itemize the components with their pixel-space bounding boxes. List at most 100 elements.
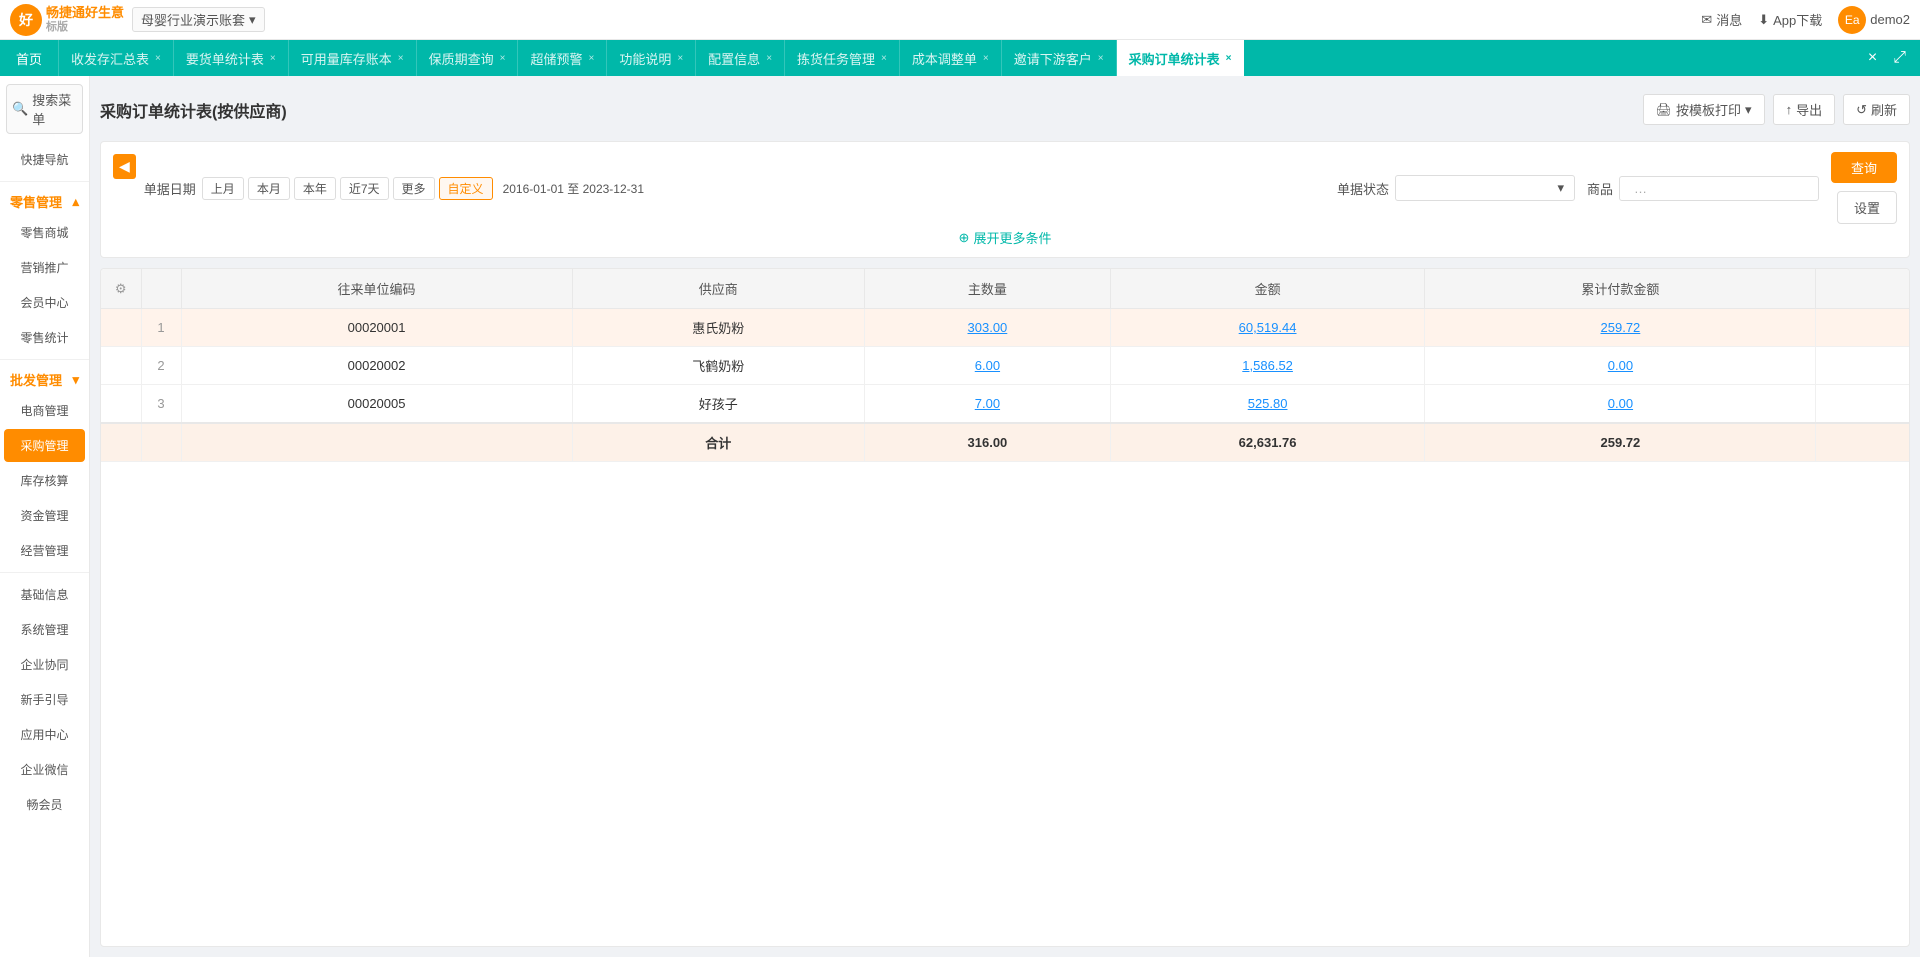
goods-filter: 商品 … bbox=[1587, 176, 1819, 201]
settings-icon[interactable]: ⚙ bbox=[115, 281, 127, 296]
messages-button[interactable]: ✉ 消息 bbox=[1701, 10, 1742, 29]
goods-input[interactable]: … bbox=[1619, 176, 1819, 201]
date-btn-more[interactable]: 更多 bbox=[393, 177, 435, 200]
cell-settings-2 bbox=[101, 347, 141, 385]
section-retail-mgmt[interactable]: 零售管理 ▴ bbox=[0, 186, 89, 215]
goods-more-icon[interactable]: … bbox=[1634, 181, 1647, 196]
cell-settings-1 bbox=[101, 309, 141, 347]
user-avatar[interactable]: Ea demo2 bbox=[1838, 6, 1910, 34]
date-btn-this-month[interactable]: 本月 bbox=[248, 177, 290, 200]
date-btn-custom[interactable]: 自定义 bbox=[439, 177, 493, 200]
sidebar-item-vip-member[interactable]: 畅会员 bbox=[4, 788, 85, 821]
cell-num-2: 2 bbox=[141, 347, 181, 385]
amount-link-2[interactable]: 1,586.52 bbox=[1242, 358, 1293, 373]
cell-extra-3 bbox=[1816, 385, 1909, 424]
sidebar-item-enterprise-wechat[interactable]: 企业微信 bbox=[4, 753, 85, 786]
sidebar-item-app-center[interactable]: 应用中心 bbox=[4, 718, 85, 751]
status-select[interactable]: ▾ bbox=[1395, 175, 1575, 201]
tab-invite-downstream[interactable]: 邀请下游客户 × bbox=[1002, 40, 1117, 76]
amount-link-3[interactable]: 525.80 bbox=[1248, 396, 1288, 411]
search-menu-button[interactable]: 🔍 搜索菜单 bbox=[6, 84, 83, 134]
sidebar-item-sys-mgmt[interactable]: 系统管理 bbox=[4, 613, 85, 646]
expand-more-conditions-button[interactable]: ⊕ 展开更多条件 bbox=[959, 228, 1052, 247]
cell-amount-3: 525.80 bbox=[1110, 385, 1425, 424]
tab-close-overstock-warning[interactable]: × bbox=[588, 53, 594, 64]
tab-function-desc[interactable]: 功能说明 × bbox=[607, 40, 696, 76]
top-bar-left: 好 畅捷通好生意 标版 母婴行业演示账套 ▾ bbox=[10, 4, 265, 36]
settings-button[interactable]: 设置 bbox=[1837, 191, 1897, 224]
status-filter: 单据状态 ▾ bbox=[1337, 175, 1575, 201]
sidebar-item-purchase-mgmt[interactable]: 采购管理 bbox=[4, 429, 85, 462]
close-all-tabs-button[interactable]: × bbox=[1862, 47, 1883, 69]
sidebar-item-retail-shop[interactable]: 零售商城 bbox=[4, 216, 85, 249]
tab-receive-summary[interactable]: 收发存汇总表 × bbox=[59, 40, 174, 76]
tab-close-warranty-query[interactable]: × bbox=[500, 53, 506, 64]
sidebar-item-quick-nav[interactable]: 快捷导航 bbox=[4, 143, 85, 176]
purchase-summary-table: ⚙ 往来单位编码 供应商 主数量 金额 累计付款金额 1 bbox=[101, 269, 1909, 462]
tab-close-order-summary[interactable]: × bbox=[270, 53, 276, 64]
workspace-selector[interactable]: 母婴行业演示账套 ▾ bbox=[132, 7, 265, 32]
sidebar-item-biz-mgmt[interactable]: 经营管理 bbox=[4, 534, 85, 567]
cell-supplier-3: 好孩子 bbox=[572, 385, 864, 424]
sidebar-item-retail-stats[interactable]: 零售统计 bbox=[4, 321, 85, 354]
date-btn-this-year[interactable]: 本年 bbox=[294, 177, 336, 200]
date-btn-7days[interactable]: 近7天 bbox=[340, 177, 389, 200]
date-btn-last-month[interactable]: 上月 bbox=[202, 177, 244, 200]
nav-divider-2 bbox=[0, 359, 89, 360]
tab-config-info[interactable]: 配置信息 × bbox=[696, 40, 785, 76]
tab-close-function-desc[interactable]: × bbox=[677, 53, 683, 64]
sidebar-item-member-center[interactable]: 会员中心 bbox=[4, 286, 85, 319]
template-print-button[interactable]: 🖨 按模板打印 ▾ bbox=[1643, 94, 1765, 125]
col-extra bbox=[1816, 269, 1909, 309]
tab-order-summary[interactable]: 要货单统计表 × bbox=[174, 40, 289, 76]
main-qty-link-1[interactable]: 303.00 bbox=[968, 320, 1008, 335]
main-qty-link-3[interactable]: 7.00 bbox=[975, 396, 1000, 411]
tab-close-receive-summary[interactable]: × bbox=[155, 53, 161, 64]
section-wholesale-mgmt[interactable]: 批发管理 ▾ bbox=[0, 364, 89, 393]
cell-cumulative-pay-1: 259.72 bbox=[1425, 309, 1816, 347]
sidebar-item-basic-info[interactable]: 基础信息 bbox=[4, 578, 85, 611]
tab-overstock-warning[interactable]: 超储预警 × bbox=[518, 40, 607, 76]
main-qty-link-2[interactable]: 6.00 bbox=[975, 358, 1000, 373]
tab-home[interactable]: 首页 bbox=[0, 40, 59, 76]
export-button[interactable]: ↑ 导出 bbox=[1773, 94, 1836, 125]
restore-window-button[interactable]: ⤢ bbox=[1887, 47, 1912, 69]
table-row: 1 00020001 惠氏奶粉 303.00 60,519.44 259.72 bbox=[101, 309, 1909, 347]
tab-picking-task[interactable]: 拣货任务管理 × bbox=[785, 40, 900, 76]
filter-collapse-btn[interactable]: ◀ bbox=[113, 154, 136, 179]
footer-settings bbox=[101, 423, 141, 462]
message-icon: ✉ bbox=[1701, 12, 1712, 28]
tab-close-invite-downstream[interactable]: × bbox=[1098, 53, 1104, 64]
chevron-down-icon: ▾ bbox=[249, 12, 256, 28]
tab-purchase-summary[interactable]: 采购订单统计表 × bbox=[1117, 40, 1245, 76]
refresh-button[interactable]: ↺ 刷新 bbox=[1843, 94, 1910, 125]
tab-warranty-query[interactable]: 保质期查询 × bbox=[417, 40, 519, 76]
cum-pay-link-3[interactable]: 0.00 bbox=[1608, 396, 1633, 411]
footer-extra bbox=[1816, 423, 1909, 462]
download-icon: ⬇ bbox=[1758, 12, 1769, 28]
tab-cost-adjust[interactable]: 成本调整单 × bbox=[900, 40, 1002, 76]
tab-close-available-stock[interactable]: × bbox=[398, 53, 404, 64]
query-button[interactable]: 查询 bbox=[1831, 152, 1897, 183]
chevron-down-icon-2: ▾ bbox=[72, 372, 79, 388]
cell-amount-1: 60,519.44 bbox=[1110, 309, 1425, 347]
cum-pay-link-1[interactable]: 259.72 bbox=[1601, 320, 1641, 335]
sidebar-item-ecommerce[interactable]: 电商管理 bbox=[4, 394, 85, 427]
logo: 好 畅捷通好生意 标版 bbox=[10, 4, 124, 36]
sidebar-item-fund-mgmt[interactable]: 资金管理 bbox=[4, 499, 85, 532]
tab-close-picking-task[interactable]: × bbox=[881, 53, 887, 64]
date-filter: 单据日期 上月 本月 本年 近7天 更多 自定义 2016-01-01 至 20… bbox=[144, 177, 644, 200]
app-download-button[interactable]: ⬇ App下载 bbox=[1758, 10, 1822, 29]
tab-close-config-info[interactable]: × bbox=[766, 53, 772, 64]
tab-close-cost-adjust[interactable]: × bbox=[983, 53, 989, 64]
cell-extra-1 bbox=[1816, 309, 1909, 347]
tab-available-stock[interactable]: 可用量库存账本 × bbox=[289, 40, 417, 76]
sidebar-item-marketing[interactable]: 营销推广 bbox=[4, 251, 85, 284]
logo-text: 畅捷通好生意 标版 bbox=[46, 5, 124, 34]
amount-link-1[interactable]: 60,519.44 bbox=[1239, 320, 1297, 335]
cum-pay-link-2[interactable]: 0.00 bbox=[1608, 358, 1633, 373]
sidebar-item-stock-check[interactable]: 库存核算 bbox=[4, 464, 85, 497]
tab-close-purchase-summary[interactable]: × bbox=[1226, 53, 1232, 64]
sidebar-item-new-guide[interactable]: 新手引导 bbox=[4, 683, 85, 716]
sidebar-item-enterprise[interactable]: 企业协同 bbox=[4, 648, 85, 681]
